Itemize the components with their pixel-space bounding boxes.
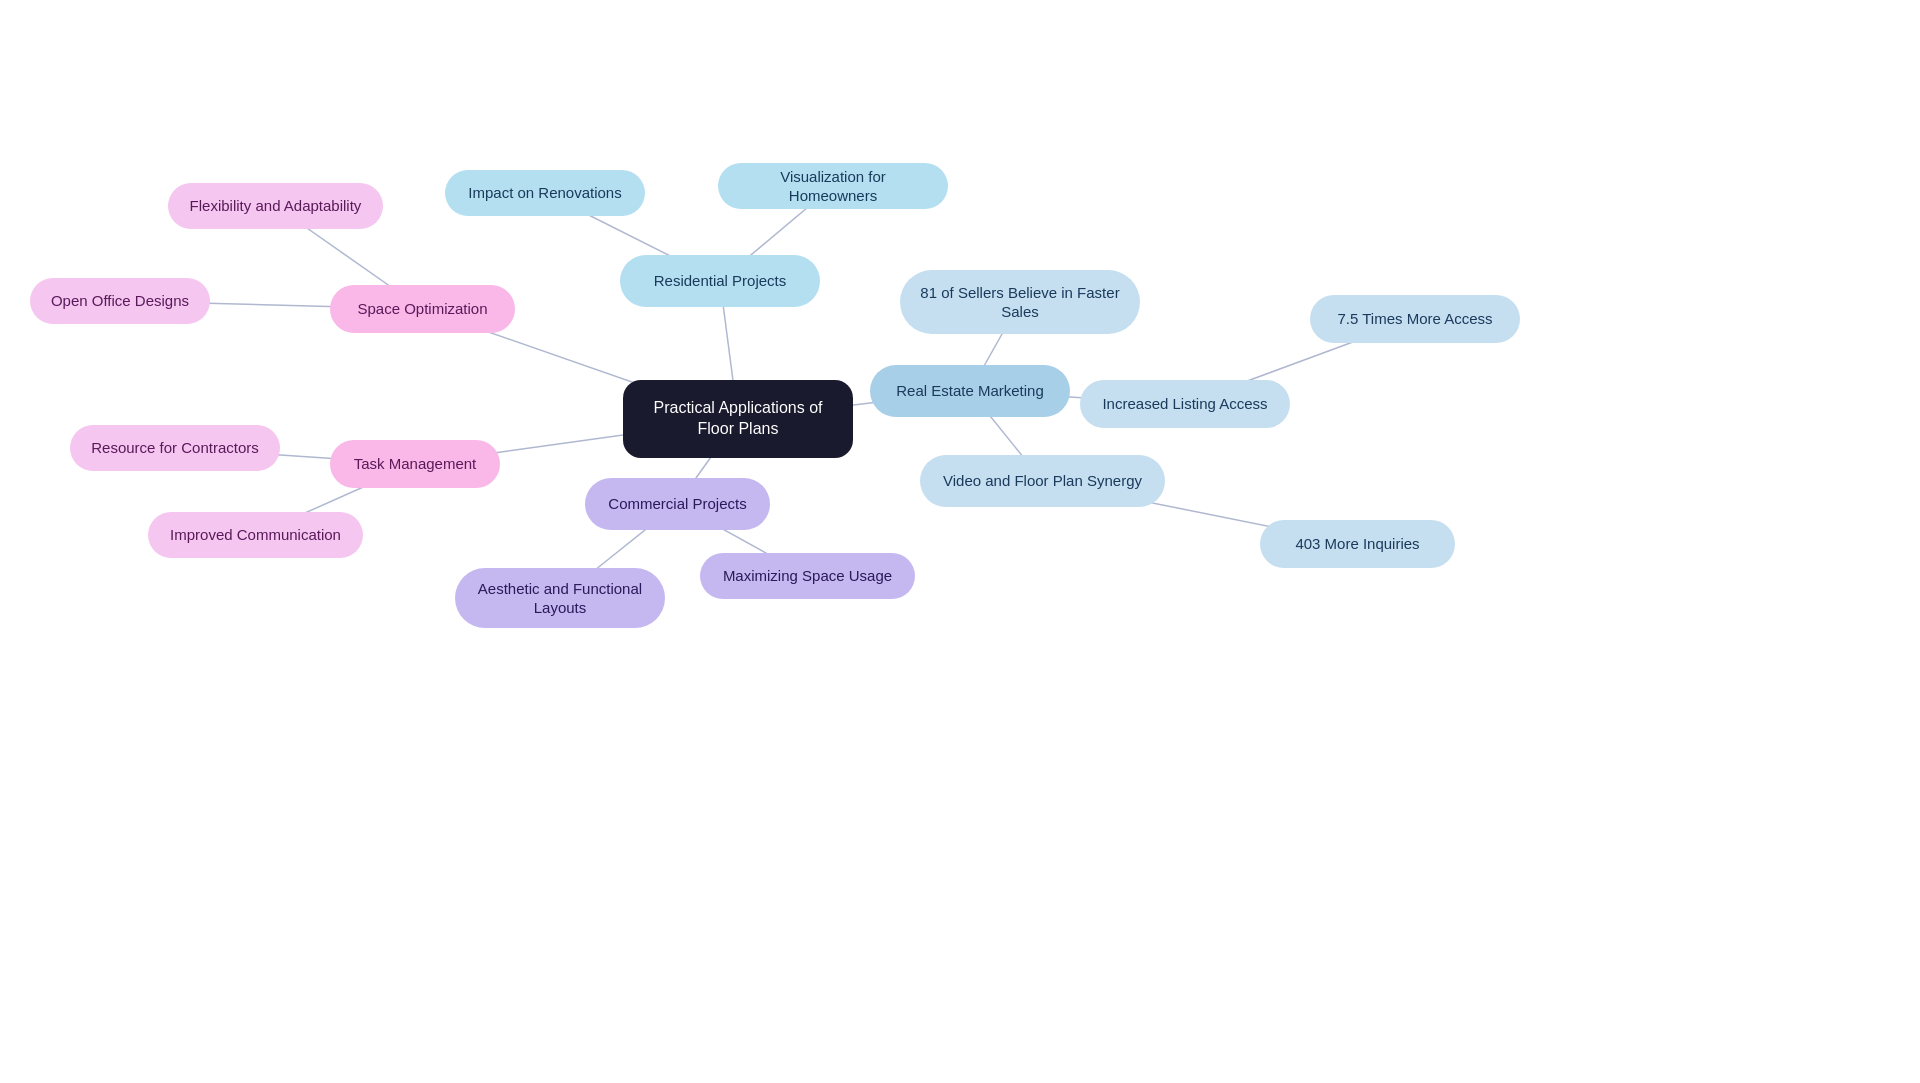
node-visualization: Visualization for Homeowners [718,163,948,209]
center-node: Practical Applications of Floor Plans [623,380,853,458]
node-improved-communication: Improved Communication [148,512,363,558]
node-space-optimization: Space Optimization [330,285,515,333]
node-sellers-believe: 81 of Sellers Believe in Faster Sales [900,270,1140,334]
node-7-5-times: 7.5 Times More Access [1310,295,1520,343]
mindmap-container: Practical Applications of Floor Plans Res… [0,0,1920,1083]
node-real-estate: Real Estate Marketing [870,365,1070,417]
node-video-synergy: Video and Floor Plan Synergy [920,455,1165,507]
node-flexibility: Flexibility and Adaptability [168,183,383,229]
node-commercial: Commercial Projects [585,478,770,530]
node-open-office: Open Office Designs [30,278,210,324]
node-resource-contractors: Resource for Contractors [70,425,280,471]
node-increased-listing: Increased Listing Access [1080,380,1290,428]
node-impact-renovations: Impact on Renovations [445,170,645,216]
node-403-inquiries: 403 More Inquiries [1260,520,1455,568]
node-task-management: Task Management [330,440,500,488]
node-aesthetic: Aesthetic and Functional Layouts [455,568,665,628]
node-maximizing: Maximizing Space Usage [700,553,915,599]
node-residential: Residential Projects [620,255,820,307]
